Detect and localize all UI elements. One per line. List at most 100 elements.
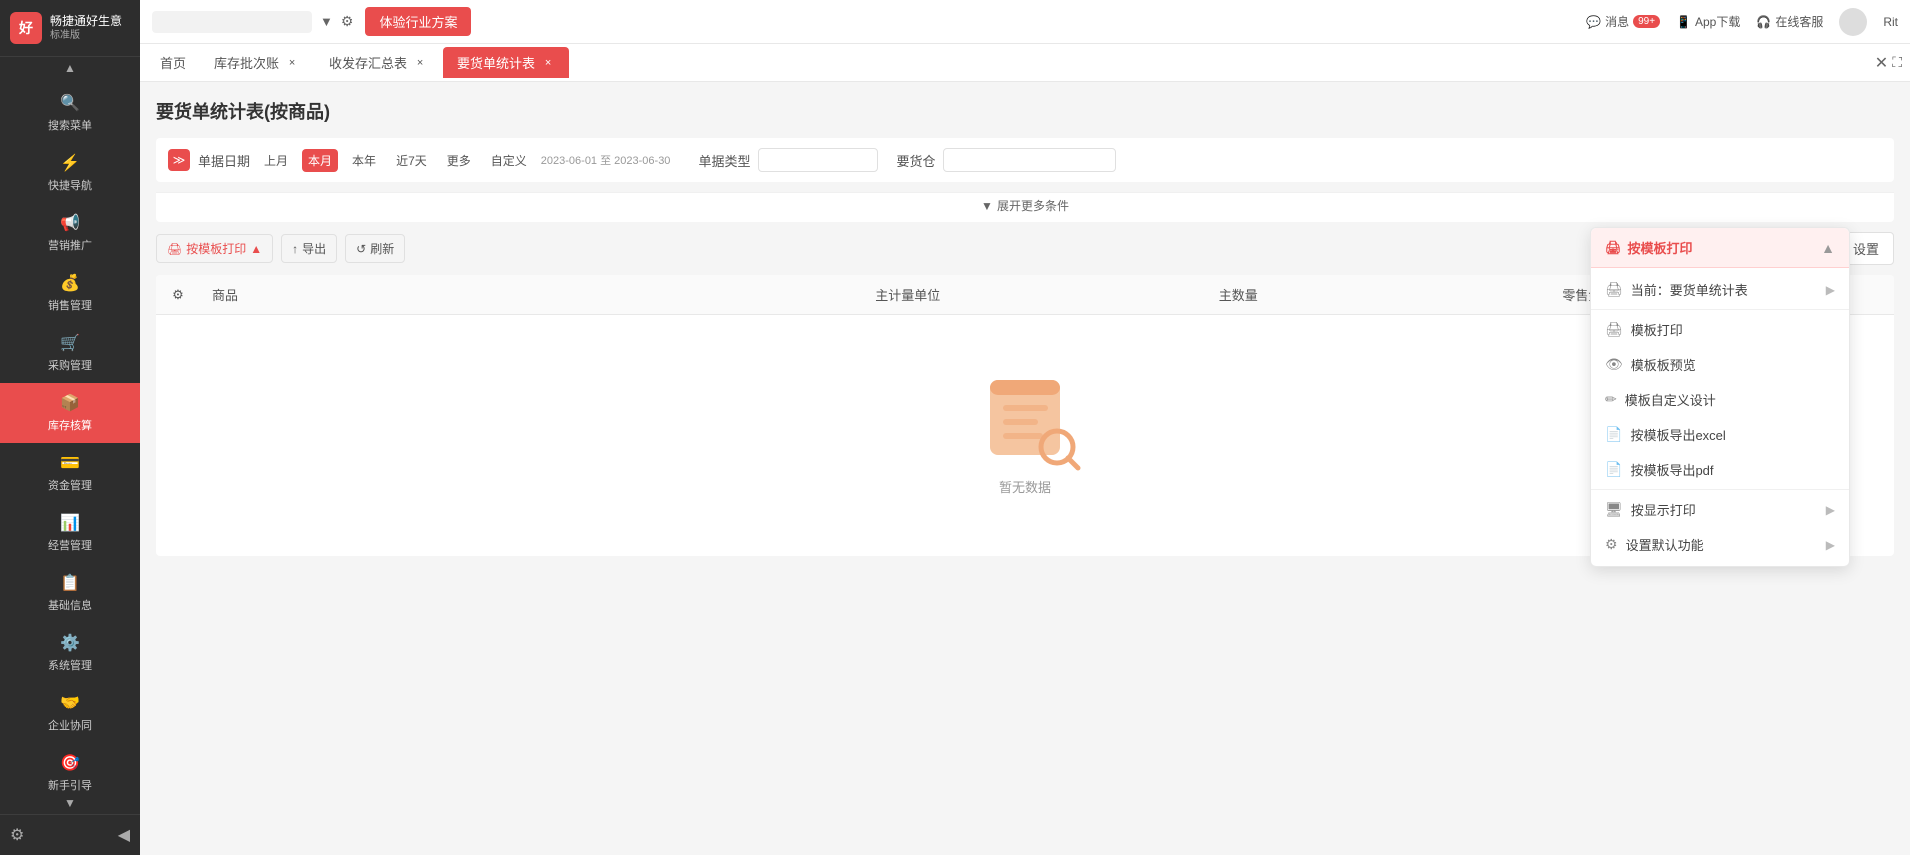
sidebar-item-marketing[interactable]: 📢 营销推广 <box>0 203 140 263</box>
avatar[interactable] <box>1839 8 1867 36</box>
dropdown-item-template-design[interactable]: ✏ 模板自定义设计 <box>1591 382 1849 417</box>
date-btn-current-month[interactable]: 本月 <box>302 149 338 172</box>
sidebar-item-finance[interactable]: 💳 资金管理 <box>0 443 140 503</box>
sidebar-item-sales[interactable]: 💰 销售管理 <box>0 263 140 323</box>
print-icon: 🖨 <box>167 242 182 256</box>
date-btn-7days[interactable]: 近7天 <box>390 149 433 172</box>
dropdown-item-export-excel[interactable]: 📄 按模板导出excel <box>1591 417 1849 452</box>
finance-icon: 💳 <box>60 453 80 473</box>
refresh-icon: ↺ <box>356 242 366 256</box>
sidebar-scroll-up[interactable]: ▲ <box>0 57 140 79</box>
col-goods: 商品 <box>200 285 863 304</box>
sidebar-item-inventory[interactable]: 📦 库存核算 <box>0 383 140 443</box>
sidebar-item-quick-nav-label: 快捷导航 <box>48 177 92 193</box>
sidebar-item-operation-label: 经营管理 <box>48 537 92 553</box>
template-design-icon: ✏ <box>1605 391 1617 408</box>
print-chevron-icon: ▲ <box>250 242 262 256</box>
dropdown-item-template-preview-inner: 👁 模板板预览 <box>1605 355 1696 374</box>
sidebar-item-search[interactable]: 🔍 搜索菜单 <box>0 83 140 143</box>
collapse-icon[interactable]: ◀ <box>118 825 130 845</box>
purchase-icon: 🛒 <box>60 333 80 353</box>
sidebar-item-guide[interactable]: 🎯 新手引导 <box>0 743 140 792</box>
message-badge: 99+ <box>1633 15 1660 28</box>
quick-nav-icon: ⚡ <box>60 153 80 173</box>
dropdown-item-export-excel-inner: 📄 按模板导出excel <box>1605 425 1726 444</box>
basic-icon: 📋 <box>60 573 80 593</box>
settings-col-icon[interactable]: ⚙ <box>172 287 184 302</box>
topbar: ▼ ⚙ 体验行业方案 💬 消息 99+ 📱 App下载 🎧 在线客服 Rit <box>140 0 1910 44</box>
print-dropdown-title-icon: 🖨 <box>1605 240 1622 256</box>
date-btn-current-year[interactable]: 本年 <box>346 149 382 172</box>
tab-inventory-batch[interactable]: 库存批次账 × <box>200 47 313 78</box>
print-dropdown-header: 🖨 按模板打印 ▲ <box>1591 228 1849 268</box>
topbar-dropdown-btn[interactable]: ▼ <box>320 14 333 29</box>
tab-home[interactable]: 首页 <box>148 47 198 78</box>
print-dropdown: 🖨 按模板打印 ▲ 🖨 当前：要货单统计表 ▶ <box>1590 227 1850 567</box>
sidebar-item-basic[interactable]: 📋 基础信息 <box>0 563 140 623</box>
message-action[interactable]: 💬 消息 99+ <box>1586 13 1660 30</box>
sidebar-item-system-label: 系统管理 <box>48 657 92 673</box>
dropdown-item-export-pdf[interactable]: 📄 按模板导出pdf <box>1591 452 1849 487</box>
tabbar-expand-btn[interactable]: ⛶ <box>1892 54 1902 71</box>
sidebar-scroll-down[interactable]: ▼ <box>0 792 140 814</box>
dropdown-item-template-print[interactable]: 🖨 模板打印 <box>1591 312 1849 347</box>
type-filter-select[interactable] <box>758 148 878 172</box>
category-filter-input[interactable] <box>943 148 1116 172</box>
print-dropdown-current[interactable]: 🖨 当前：要货单统计表 ▶ <box>1591 272 1849 307</box>
dropdown-item-display-print[interactable]: 🖥 按显示打印 ▶ <box>1591 492 1849 527</box>
refresh-btn[interactable]: ↺ 刷新 <box>345 234 405 263</box>
dropdown-item-template-preview[interactable]: 👁 模板板预览 <box>1591 347 1849 382</box>
topbar-search-input[interactable] <box>152 11 312 33</box>
trial-btn[interactable]: 体验行业方案 <box>365 7 471 36</box>
template-print-icon: 🖨 <box>1605 321 1623 338</box>
sidebar-logo: 好 畅捷通好生意 标准版 <box>0 0 140 57</box>
date-btn-custom[interactable]: 自定义 <box>485 149 533 172</box>
app-download-label: App下载 <box>1695 13 1740 30</box>
sidebar-item-guide-label: 新手引导 <box>48 777 92 792</box>
print-dropdown-current-inner: 🖨 当前：要货单统计表 <box>1605 280 1748 299</box>
sidebar-item-cooperation[interactable]: 🤝 企业协同 <box>0 683 140 743</box>
dropdown-item-default-settings[interactable]: ⚙ 设置默认功能 ▶ <box>1591 527 1849 562</box>
sidebar-item-search-label: 搜索菜单 <box>48 117 92 133</box>
current-icon: 🖨 <box>1605 281 1623 298</box>
empty-text: 暂无数据 <box>999 477 1051 496</box>
tab-inventory-batch-close[interactable]: × <box>285 56 299 70</box>
export-excel-label: 按模板导出excel <box>1630 425 1725 444</box>
topbar-gear-btn[interactable]: ⚙ <box>341 13 354 30</box>
template-preview-icon: 👁 <box>1605 356 1623 373</box>
export-pdf-label: 按模板导出pdf <box>1630 460 1713 479</box>
export-btn[interactable]: ↑ 导出 <box>281 234 337 263</box>
filter-expand-btn[interactable]: ≫ <box>168 149 190 171</box>
app-download-action[interactable]: 📱 App下载 <box>1676 13 1740 30</box>
print-dropdown-current-label: 当前：要货单统计表 <box>1631 280 1748 299</box>
date-btn-more[interactable]: 更多 <box>441 149 477 172</box>
tab-income-summary-close[interactable]: × <box>413 56 427 70</box>
tab-order-stats-close[interactable]: × <box>541 56 555 70</box>
sidebar-item-system[interactable]: ⚙️ 系统管理 <box>0 623 140 683</box>
expand-more-btn[interactable]: ▼ 展开更多条件 <box>981 197 1069 214</box>
settings-footer-icon[interactable]: ⚙ <box>10 825 24 845</box>
dropdown-item-template-design-inner: ✏ 模板自定义设计 <box>1605 390 1716 409</box>
tab-order-stats[interactable]: 要货单统计表 × <box>443 47 569 78</box>
tabbar-close-all-btn[interactable]: ✕ <box>1875 53 1888 73</box>
sidebar: 好 畅捷通好生意 标准版 ▲ 🔍 搜索菜单 ⚡ 快捷导航 📢 营销推广 💰 销售… <box>0 0 140 855</box>
sales-icon: 💰 <box>60 273 80 293</box>
display-print-arrow: ▶ <box>1826 503 1835 517</box>
display-print-icon: 🖥 <box>1605 501 1623 518</box>
col-unit: 主计量单位 <box>863 285 1207 304</box>
refresh-label: 刷新 <box>370 240 394 257</box>
tab-income-summary[interactable]: 收发存汇总表 × <box>315 47 441 78</box>
page-content: 要货单统计表(按商品) ≫ 单据日期 上月 本月 本年 近7天 更多 自定义 2… <box>140 82 1910 855</box>
online-service-action[interactable]: 🎧 在线客服 <box>1756 13 1823 30</box>
sidebar-item-purchase[interactable]: 🛒 采购管理 <box>0 323 140 383</box>
export-excel-icon: 📄 <box>1605 426 1622 443</box>
print-dropdown-close-btn[interactable]: ▲ <box>1821 240 1835 256</box>
sidebar-item-quick-nav[interactable]: ⚡ 快捷导航 <box>0 143 140 203</box>
sidebar-item-operation[interactable]: 📊 经营管理 <box>0 503 140 563</box>
print-template-btn[interactable]: 🖨 按模板打印 ▲ <box>156 234 273 263</box>
date-filter-label: 单据日期 <box>198 151 250 170</box>
print-dropdown-body: 🖨 当前：要货单统计表 ▶ 🖨 模板打印 👁 <box>1591 268 1849 566</box>
date-btn-prev-month[interactable]: 上月 <box>258 149 294 172</box>
online-service-icon: 🎧 <box>1756 15 1771 29</box>
template-preview-label: 模板板预览 <box>1631 355 1696 374</box>
